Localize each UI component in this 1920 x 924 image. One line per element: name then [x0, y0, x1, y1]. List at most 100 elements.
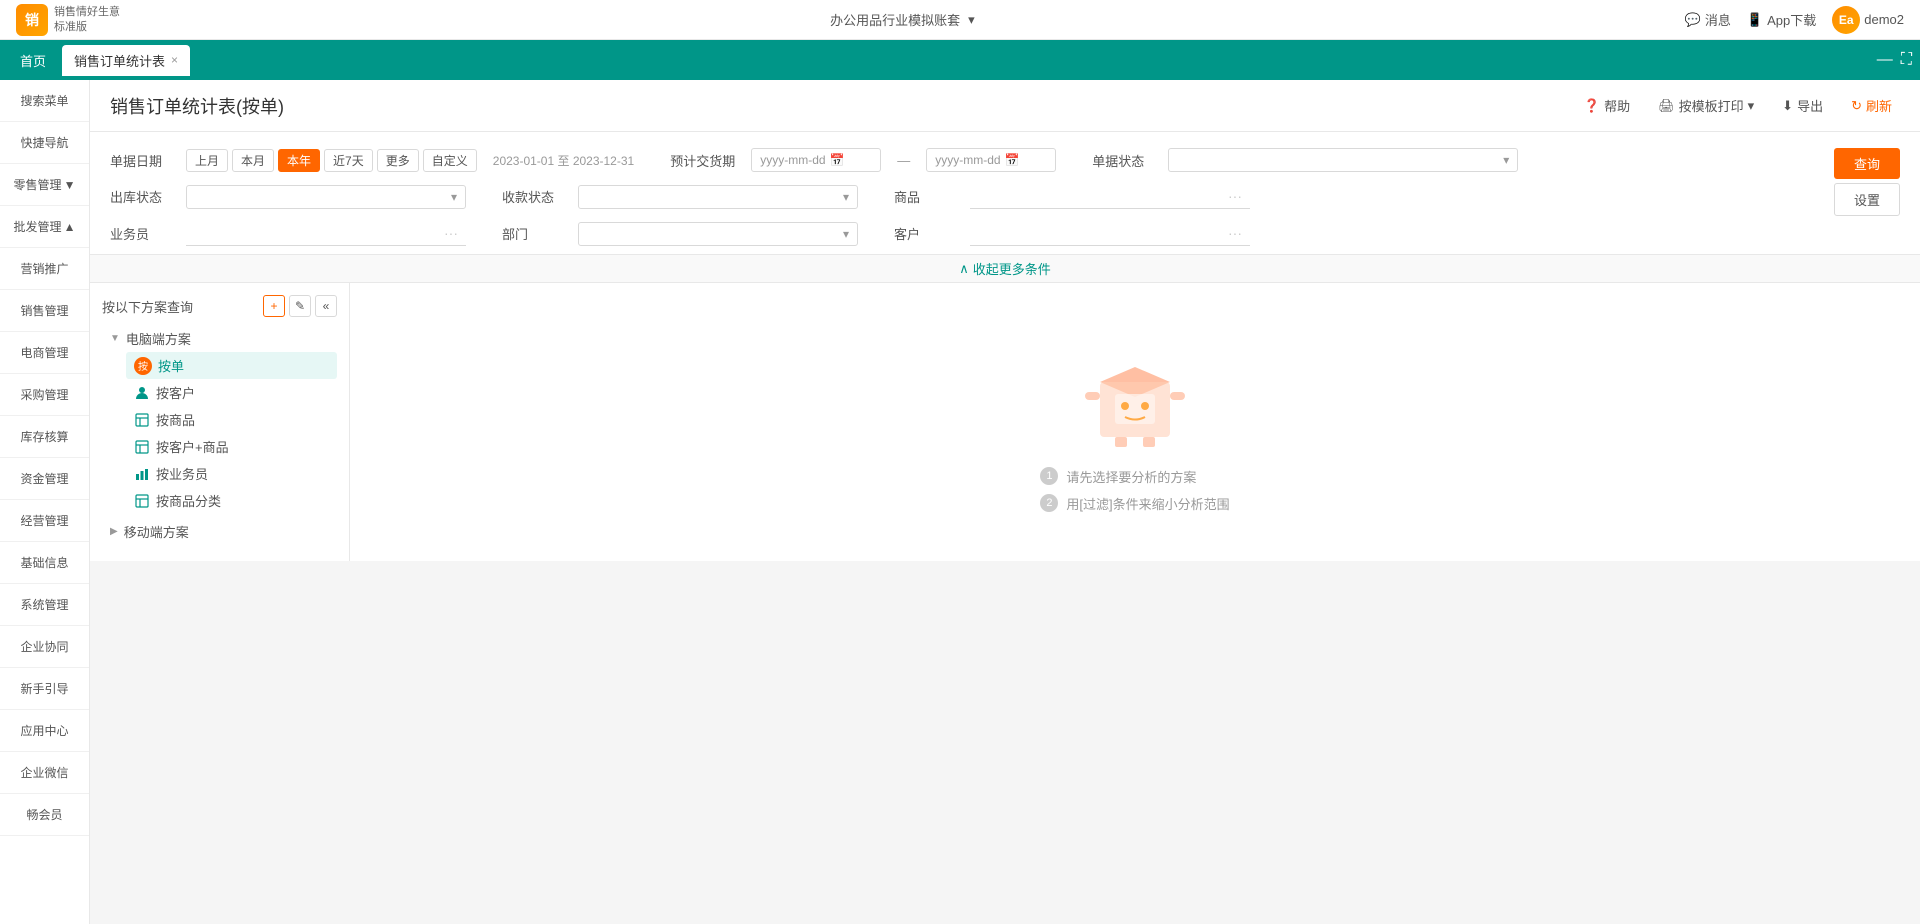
scheme-by-order[interactable]: 按 按单 — [126, 352, 337, 379]
settings-button[interactable]: 设置 — [1834, 183, 1900, 216]
sidebar-item-wechat[interactable]: 企业微信 — [0, 752, 89, 794]
filter-row-2: 出库状态 ▾ 收款状态 ▾ 商品 ··· — [110, 184, 1818, 209]
window-minimize-btn[interactable]: — — [1877, 51, 1893, 69]
sidebar-item-basic[interactable]: 基础信息 — [0, 542, 89, 584]
tabbar-actions: — ⛶ — [1877, 51, 1912, 69]
logo-text: 销售情好生意 标准版 — [54, 5, 120, 34]
goods-dots-icon[interactable]: ··· — [1228, 188, 1242, 204]
user-menu[interactable]: Ea demo2 — [1832, 6, 1904, 34]
body-area: 按以下方案查询 + ✎ « ▼ 电脑端方案 — [90, 283, 1920, 561]
salesperson-dots-icon[interactable]: ··· — [444, 225, 458, 241]
salesperson-input[interactable]: ··· — [186, 221, 466, 246]
wholesale-arrow-icon: ▲ — [64, 220, 76, 234]
calendar-icon: 📅 — [830, 153, 845, 167]
export-btn[interactable]: ⬇ 导出 — [1774, 92, 1831, 119]
status-label: 单据状态 — [1092, 151, 1152, 170]
page-header: 销售订单统计表(按单) ❓ 帮助 🖨 按模板打印 ▾ ⬇ 导出 ↻ 刷新 — [90, 80, 1920, 132]
help-icon: ❓ — [1584, 98, 1600, 114]
sidebar-item-system[interactable]: 系统管理 — [0, 584, 89, 626]
tip2-number: 2 — [1040, 494, 1058, 512]
tree-group-pc-header[interactable]: ▼ 电脑端方案 — [102, 325, 337, 352]
customer-dots-icon[interactable]: ··· — [1228, 225, 1242, 241]
edit-scheme-btn[interactable]: ✎ — [289, 295, 311, 317]
empty-illustration — [1075, 332, 1195, 455]
date-btn-thisyear[interactable]: 本年 — [278, 149, 320, 172]
workspace-selector[interactable]: 办公用品行业模拟账套 ▾ — [830, 10, 975, 29]
scheme-by-order-icon: 按 — [134, 357, 152, 375]
content-area: 销售订单统计表(按单) ❓ 帮助 🖨 按模板打印 ▾ ⬇ 导出 ↻ 刷新 — [90, 80, 1920, 924]
sidebar-item-finance[interactable]: 资金管理 — [0, 458, 89, 500]
sidebar-item-sales[interactable]: 销售管理 — [0, 290, 89, 332]
date-range-display: 2023-01-01 至 2023-12-31 — [493, 152, 634, 169]
tab-sales-stats[interactable]: 销售订单统计表 × — [62, 45, 190, 76]
sidebar-item-operations[interactable]: 经营管理 — [0, 500, 89, 542]
sidebar-item-ecommerce[interactable]: 电商管理 — [0, 332, 89, 374]
table2-icon — [134, 439, 150, 455]
tab-home[interactable]: 首页 — [8, 45, 58, 76]
date-btn-thismonth[interactable]: 本月 — [232, 149, 274, 172]
workspace-chevron-icon: ▾ — [968, 12, 975, 28]
add-scheme-btn[interactable]: + — [263, 295, 285, 317]
date-btn-custom[interactable]: 自定义 — [423, 149, 477, 172]
customer-input[interactable]: ··· — [970, 221, 1250, 246]
tree-children-pc: 按 按单 按客户 按 — [102, 352, 337, 514]
right-panel: 1 请先选择要分析的方案 2 用[过滤]条件来缩小分析范围 — [350, 283, 1920, 561]
print-btn[interactable]: 🖨 按模板打印 ▾ — [1650, 92, 1762, 119]
refresh-btn[interactable]: ↻ 刷新 — [1843, 92, 1900, 119]
left-panel: 按以下方案查询 + ✎ « ▼ 电脑端方案 — [90, 283, 350, 561]
message-icon: 💬 — [1685, 12, 1701, 28]
table3-icon — [134, 493, 150, 509]
scheme-by-salesperson[interactable]: 按业务员 — [126, 460, 337, 487]
sidebar-item-wholesale[interactable]: 批发管理 ▲ — [0, 206, 89, 248]
window-maximize-btn[interactable]: ⛶ — [1901, 51, 1912, 69]
status-select[interactable]: ▾ — [1168, 148, 1518, 172]
scheme-by-customer[interactable]: 按客户 — [126, 379, 337, 406]
tree-group-mobile: ▶ 移动端方案 — [102, 518, 337, 545]
sidebar-item-purchase[interactable]: 采购管理 — [0, 374, 89, 416]
payment-status-select[interactable]: ▾ — [578, 185, 858, 209]
sidebar-item-newbie[interactable]: 新手引导 — [0, 668, 89, 710]
filter-row-3: 业务员 ··· 部门 ▾ 客户 ··· — [110, 221, 1818, 246]
left-panel-tools: + ✎ « — [263, 295, 337, 317]
topbar: 销 销售情好生意 标准版 办公用品行业模拟账套 ▾ 💬 消息 📱 App下载 E… — [0, 0, 1920, 40]
help-btn[interactable]: ❓ 帮助 — [1576, 92, 1638, 119]
collapse-more-btn[interactable]: ∧ 收起更多条件 — [90, 254, 1920, 282]
goods-input[interactable]: ··· — [970, 184, 1250, 209]
date-btn-lastmonth[interactable]: 上月 — [186, 149, 228, 172]
date-btn-more[interactable]: 更多 — [377, 149, 419, 172]
scheme-by-goods-cat[interactable]: 按商品分类 — [126, 487, 337, 514]
scheme-by-goods[interactable]: 按商品 — [126, 406, 337, 433]
tree-group-mobile-header[interactable]: ▶ 移动端方案 — [102, 518, 337, 545]
expected-date-end[interactable]: yyyy-mm-dd 📅 — [926, 148, 1056, 172]
delivery-status-select[interactable]: ▾ — [186, 185, 466, 209]
sidebar-item-enterprise[interactable]: 企业协同 — [0, 626, 89, 668]
main-layout: 搜索菜单 快捷导航 零售管理 ▼ 批发管理 ▲ 营销推广 销售管理 电商管理 采… — [0, 80, 1920, 924]
collapse-panel-btn[interactable]: « — [315, 295, 337, 317]
department-chevron-icon: ▾ — [843, 227, 849, 241]
sidebar-item-member[interactable]: 畅会员 — [0, 794, 89, 836]
scheme-by-cust-goods[interactable]: 按客户+商品 — [126, 433, 337, 460]
sidebar-item-search[interactable]: 搜索菜单 — [0, 80, 89, 122]
sidebar-item-inventory[interactable]: 库存核算 — [0, 416, 89, 458]
calendar2-icon: 📅 — [1005, 153, 1020, 167]
expected-date-start[interactable]: yyyy-mm-dd 📅 — [751, 148, 881, 172]
app-download-btn[interactable]: 📱 App下载 — [1747, 10, 1816, 29]
avatar: Ea — [1832, 6, 1860, 34]
topbar-left: 销 销售情好生意 标准版 — [16, 4, 120, 36]
customer-label: 客户 — [894, 224, 954, 243]
collapse-arrow-icon: ∧ — [959, 261, 969, 277]
tab-close-icon[interactable]: × — [171, 53, 178, 67]
sidebar-item-retail[interactable]: 零售管理 ▼ — [0, 164, 89, 206]
sidebar-item-appstore[interactable]: 应用中心 — [0, 710, 89, 752]
left-panel-title: 按以下方案查询 — [102, 297, 193, 316]
message-btn[interactable]: 💬 消息 — [1685, 10, 1731, 29]
query-button[interactable]: 查询 — [1834, 148, 1900, 179]
expected-date-label: 预计交货期 — [670, 151, 735, 170]
salesperson-label: 业务员 — [110, 224, 170, 243]
department-select[interactable]: ▾ — [578, 222, 858, 246]
date-btn-7days[interactable]: 近7天 — [324, 149, 373, 172]
sidebar: 搜索菜单 快捷导航 零售管理 ▼ 批发管理 ▲ 营销推广 销售管理 电商管理 采… — [0, 80, 90, 924]
topbar-right: 💬 消息 📱 App下载 Ea demo2 — [1685, 6, 1904, 34]
sidebar-item-quicknav[interactable]: 快捷导航 — [0, 122, 89, 164]
sidebar-item-marketing[interactable]: 营销推广 — [0, 248, 89, 290]
